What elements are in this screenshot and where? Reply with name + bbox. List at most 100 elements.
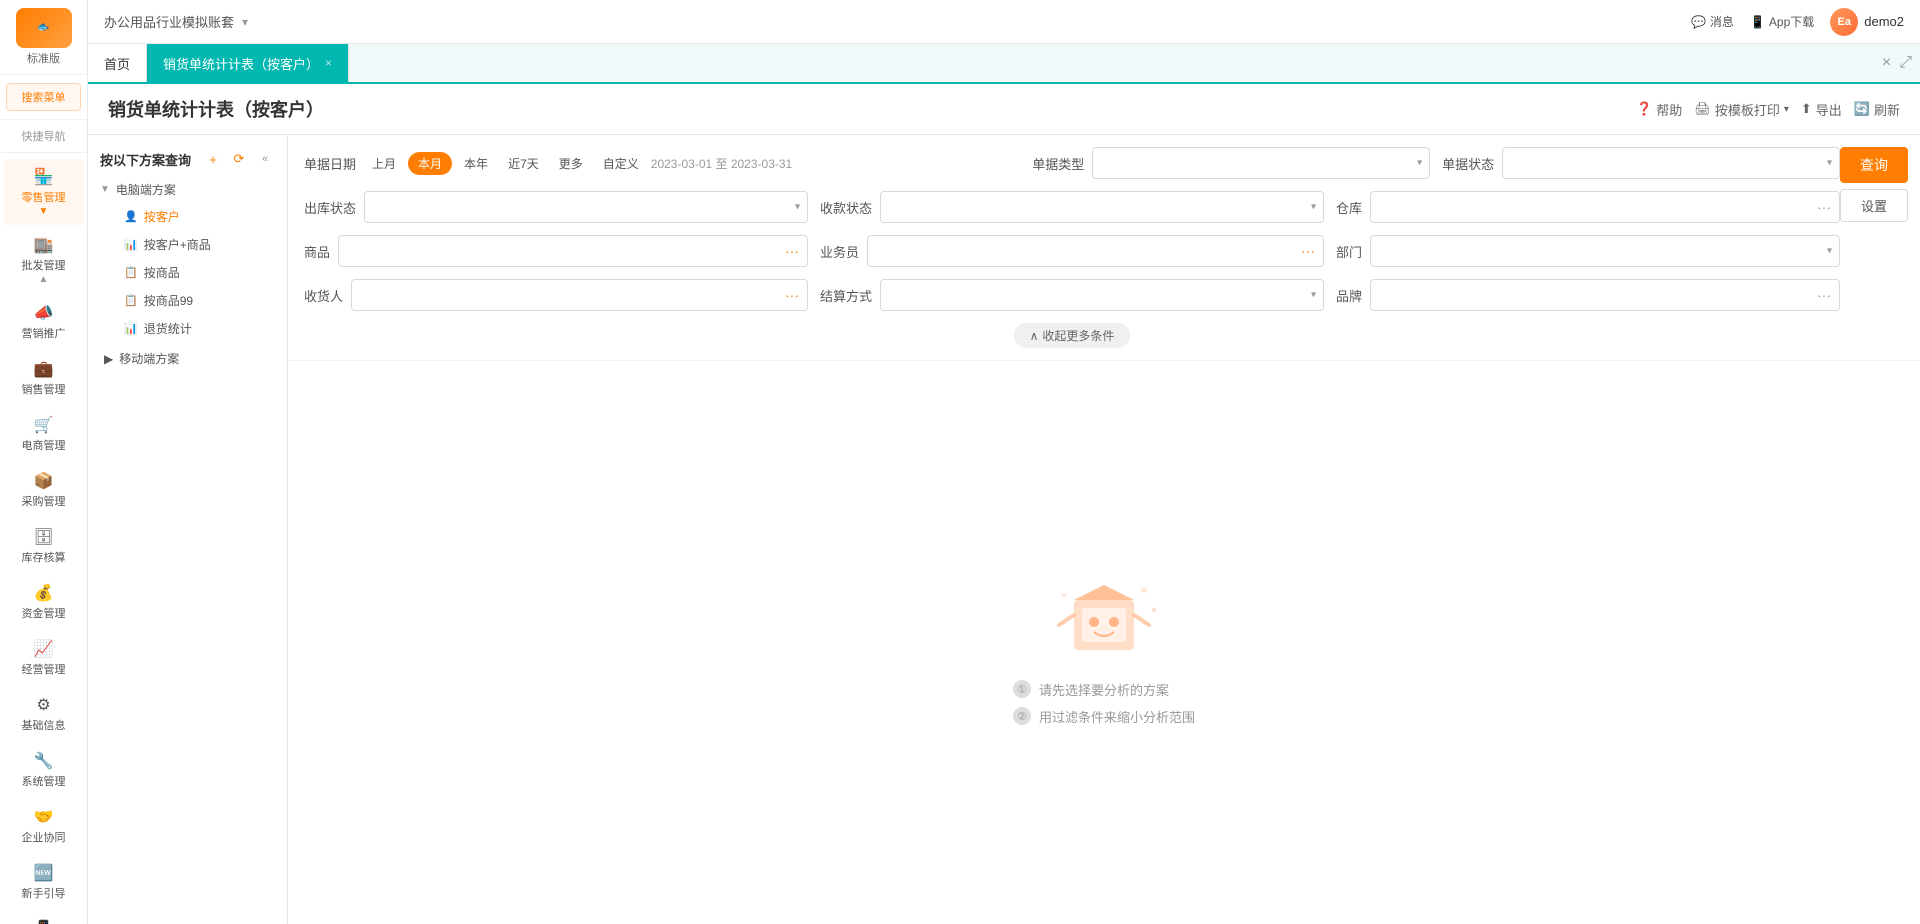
sidebar-item-ecommerce[interactable]: 🛒 电商管理 [4, 407, 83, 461]
scheme-refresh-button[interactable]: ⟳ [229, 149, 249, 169]
sidebar-item-finance[interactable]: 💰 资金管理 [4, 575, 83, 629]
receiver-ellipsis: ··· [785, 287, 799, 303]
query-button[interactable]: 查询 [1840, 147, 1908, 183]
tab-close-button[interactable]: × [325, 56, 332, 70]
finance-label: 资金管理 [8, 605, 79, 621]
sidebar-item-wholesale[interactable]: 🏬 批发管理 ▲ [4, 227, 83, 293]
settings-button[interactable]: 设置 [1840, 189, 1908, 222]
salesman-label: 业务员 [820, 242, 859, 261]
help-icon: ❓ [1636, 101, 1652, 117]
minimize-button[interactable]: × [1882, 54, 1891, 72]
scheme-mobile-group-header[interactable]: ▶ 移动端方案 [88, 346, 287, 371]
doc-type-select-wrapper: ▾ [1092, 147, 1430, 179]
sidebar-item-basic[interactable]: ⚙ 基础信息 [4, 687, 83, 741]
collapse-row: ∧ 收起更多条件 [304, 323, 1840, 348]
date-btn-more[interactable]: 更多 [551, 151, 591, 176]
mobile-group-arrow: ▶ [104, 352, 113, 366]
search-menu-button[interactable]: 搜索菜单 [6, 83, 81, 111]
collapse-filter-button[interactable]: ∧ 收起更多条件 [1014, 323, 1131, 348]
receiver-input-wrapper[interactable]: ··· [351, 279, 808, 311]
filter-date: 单据日期 上月 本月 本年 近7天 更多 自定义 2023-03-01 至 20… [304, 151, 1020, 176]
scheme-item-product99[interactable]: 📋 按商品99 [100, 287, 283, 314]
empty-illustration [1044, 560, 1164, 660]
sidebar-item-retail[interactable]: 🏪 零售管理 ▼ [4, 159, 83, 225]
sidebar-item-sales[interactable]: 💼 销售管理 [4, 351, 83, 405]
scheme-panel-header: 按以下方案查询 + ⟳ « [88, 145, 287, 177]
user-section[interactable]: Ea demo2 [1830, 8, 1904, 36]
scheme-item-product-label: 按商品 [144, 264, 180, 281]
scheme-pc-group-header[interactable]: ▼ 电脑端方案 [88, 177, 287, 202]
sales-icon: 💼 [8, 359, 79, 379]
export-button[interactable]: ⬆ 导出 [1801, 100, 1842, 119]
guide-icon: 🆕 [8, 863, 79, 883]
maximize-button[interactable]: ⤢ [1899, 54, 1912, 72]
export-icon: ⬆ [1801, 101, 1812, 117]
purchase-label: 采购管理 [8, 493, 79, 509]
sidebar-item-appcenter[interactable]: 📱 应用中心 [4, 911, 83, 924]
date-btn-this-year[interactable]: 本年 [456, 151, 496, 176]
date-btn-last-month[interactable]: 上月 [364, 151, 404, 176]
operations-icon: 📈 [8, 639, 79, 659]
pay-status-select[interactable] [880, 191, 1324, 223]
refresh-icon: 🔄 [1854, 101, 1870, 117]
doc-status-select[interactable] [1502, 147, 1840, 179]
scheme-item-product[interactable]: 📋 按商品 [100, 259, 283, 286]
date-filter-buttons: 上月 本月 本年 近7天 更多 自定义 2023-03-01 至 2023-03… [364, 151, 792, 176]
department-select[interactable] [1370, 235, 1840, 267]
out-status-select[interactable] [364, 191, 808, 223]
date-btn-custom[interactable]: 自定义 [595, 151, 647, 176]
query-buttons: 查询 设置 [1840, 147, 1908, 222]
sidebar-item-enterprise[interactable]: 🤝 企业协同 [4, 799, 83, 853]
user-name: demo2 [1864, 14, 1904, 29]
content-area: 按以下方案查询 + ⟳ « ▼ 电脑端方案 👤 [88, 135, 1920, 924]
inventory-icon: 🗄 [8, 527, 79, 547]
pc-group-label: 电脑端方案 [116, 181, 176, 198]
sidebar-item-operations[interactable]: 📈 经营管理 [4, 631, 83, 685]
scheme-mobile-group: ▶ 移动端方案 [88, 346, 287, 371]
appcenter-icon: 📱 [8, 919, 79, 924]
refresh-label: 刷新 [1874, 100, 1900, 119]
filter-doc-type: 单据类型 ▾ [1032, 147, 1430, 179]
product-input-wrapper[interactable]: ··· [338, 235, 808, 267]
tab-home[interactable]: 首页 [88, 44, 147, 82]
scheme-collapse-button[interactable]: « [255, 149, 275, 169]
message-button[interactable]: 💬 消息 [1691, 13, 1734, 30]
tab-active[interactable]: 销货单统计计表（按客户） × [147, 44, 349, 82]
help-button[interactable]: ❓ 帮助 [1636, 100, 1682, 119]
customer-scheme-icon: 👤 [124, 210, 138, 223]
app-download-button[interactable]: 📱 App下载 [1750, 13, 1814, 30]
print-dropdown-icon: ▾ [1784, 104, 1789, 115]
print-button[interactable]: 🖨 按模板打印 ▾ [1694, 100, 1789, 119]
salesman-input-wrapper[interactable]: ··· [867, 235, 1324, 267]
sidebar-item-system[interactable]: 🔧 系统管理 [4, 743, 83, 797]
warehouse-label: 仓库 [1336, 198, 1362, 217]
doc-type-select[interactable] [1092, 147, 1430, 179]
filter-row-1: 单据日期 上月 本月 本年 近7天 更多 自定义 2023-03-01 至 20… [304, 147, 1840, 179]
filter-row-4: 收货人 ··· 结算方式 ▾ [304, 279, 1840, 311]
brand-input-wrapper[interactable]: ··· [1370, 279, 1840, 311]
refresh-button[interactable]: 🔄 刷新 [1854, 100, 1900, 119]
date-btn-this-month[interactable]: 本月 [408, 152, 452, 175]
header-dropdown-icon[interactable]: ▾ [242, 15, 248, 29]
date-btn-7days[interactable]: 近7天 [500, 151, 547, 176]
warehouse-input-wrapper[interactable]: ··· [1370, 191, 1840, 223]
basic-icon: ⚙ [8, 695, 79, 715]
scheme-item-customer-label: 按客户 [144, 208, 180, 225]
quick-nav-label: 快捷导航 [4, 126, 83, 146]
scheme-item-customer[interactable]: 👤 按客户 [100, 203, 283, 230]
scheme-item-customer-product[interactable]: 📊 按客户+商品 [100, 231, 283, 258]
pay-status-select-wrapper: ▾ [880, 191, 1324, 223]
tip-num-1: ① [1013, 680, 1031, 698]
pay-status-label: 收款状态 [820, 198, 872, 217]
sidebar-item-purchase[interactable]: 📦 采购管理 [4, 463, 83, 517]
marketing-label: 营销推广 [8, 325, 79, 341]
sidebar-item-guide[interactable]: 🆕 新手引导 [4, 855, 83, 909]
basic-label: 基础信息 [8, 717, 79, 733]
filter-out-status: 出库状态 ▾ [304, 191, 808, 223]
active-tab-label: 销货单统计计表（按客户） [163, 54, 319, 73]
sidebar-item-marketing[interactable]: 📣 营销推广 [4, 295, 83, 349]
scheme-item-return[interactable]: 📊 退货统计 [100, 315, 283, 342]
settlement-select[interactable] [880, 279, 1324, 311]
sidebar-item-inventory[interactable]: 🗄 库存核算 [4, 519, 83, 573]
scheme-add-button[interactable]: + [203, 149, 223, 169]
